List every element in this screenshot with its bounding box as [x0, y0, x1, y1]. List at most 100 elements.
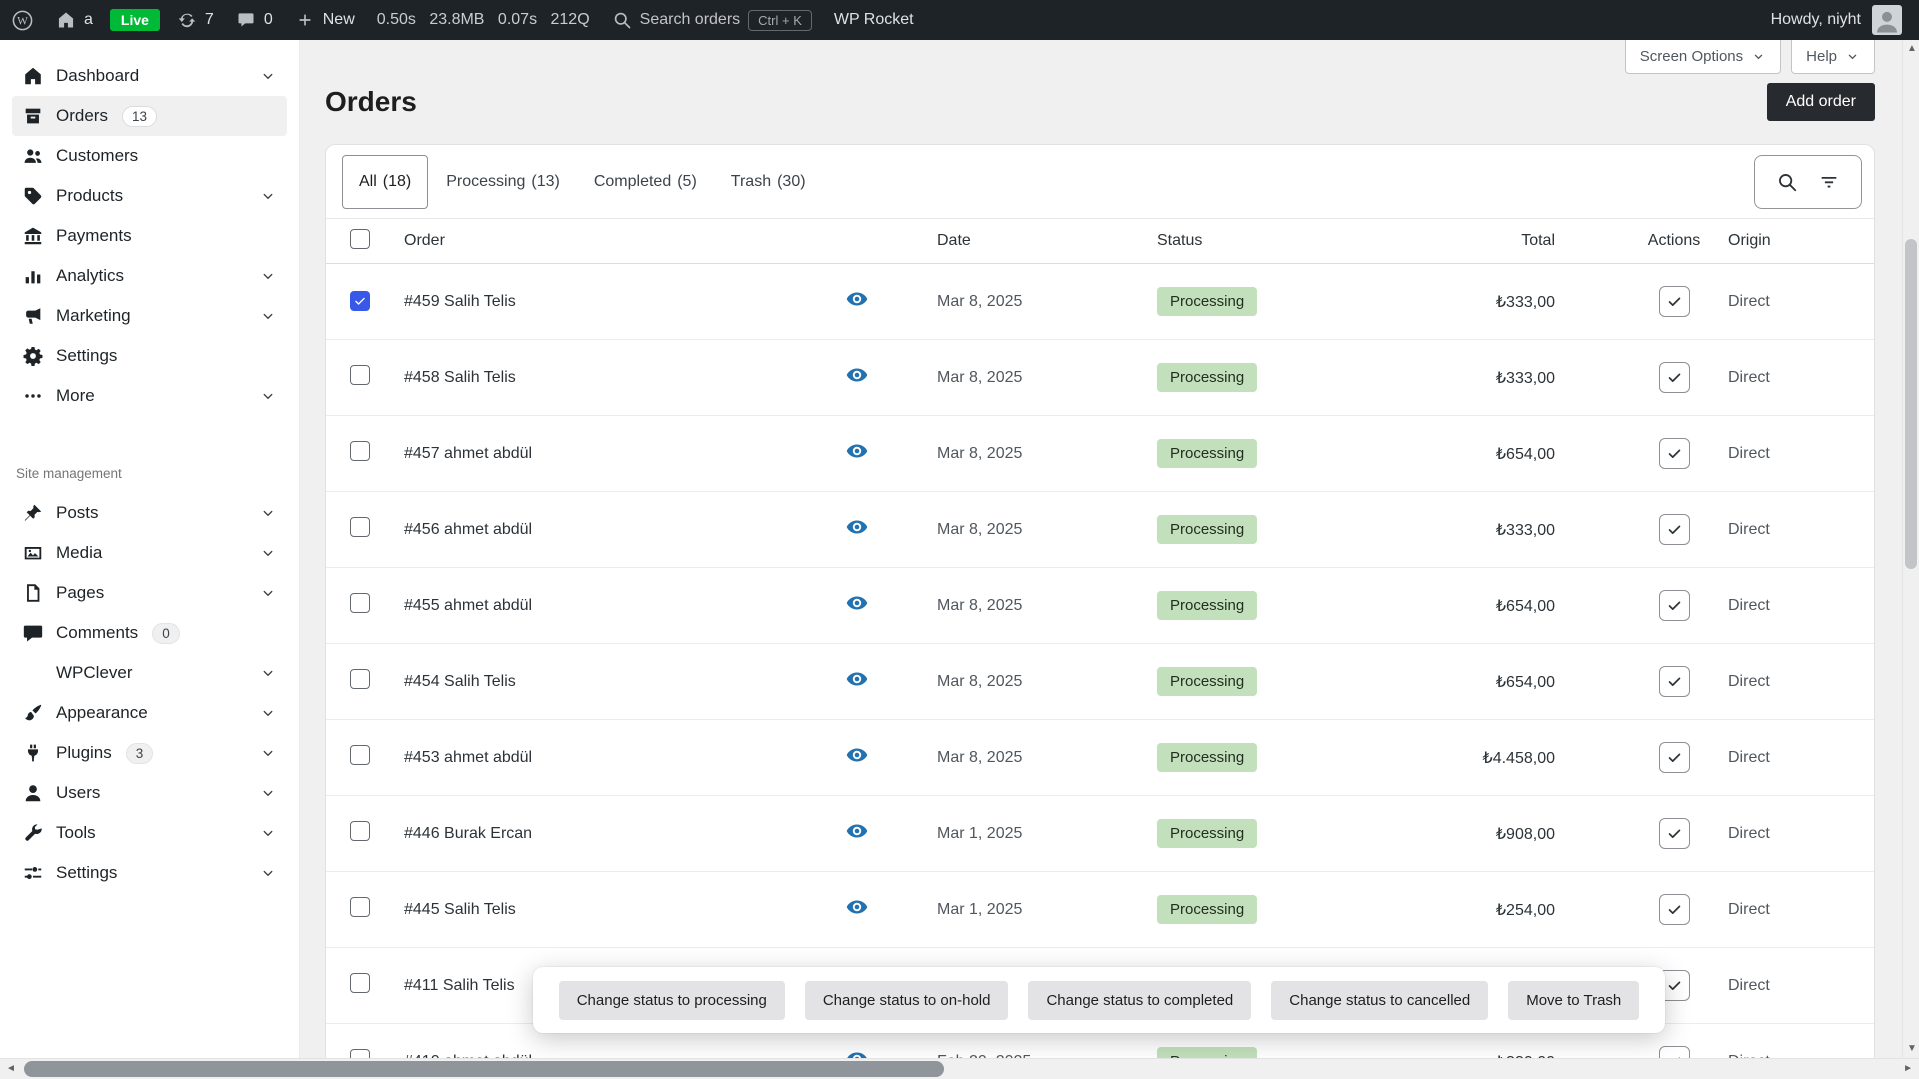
- row-checkbox[interactable]: [350, 365, 370, 385]
- orders-filter-tab[interactable]: Processing (13): [446, 173, 560, 191]
- orders-filter-tab[interactable]: Trash (30): [731, 173, 806, 191]
- vertical-scrollbar-thumb[interactable]: [1905, 239, 1917, 569]
- add-order-button[interactable]: Add order: [1767, 83, 1875, 121]
- order-link[interactable]: #458 Salih Telis: [404, 369, 516, 386]
- sidebar-item[interactable]: WPClever: [12, 653, 287, 693]
- row-checkbox[interactable]: [350, 1049, 370, 1058]
- howdy-menu[interactable]: Howdy, niyht: [1760, 0, 1872, 40]
- mark-complete-button[interactable]: [1659, 362, 1690, 393]
- search-orders-icon[interactable]: [1776, 171, 1798, 193]
- order-preview-eye-icon[interactable]: [845, 363, 869, 387]
- bulk-action-button[interactable]: Move to Trash: [1508, 981, 1639, 1020]
- order-link[interactable]: #453 ahmet abdül: [404, 749, 532, 766]
- sidebar-item[interactable]: Analytics: [12, 256, 287, 296]
- filter-icon[interactable]: [1818, 171, 1840, 193]
- row-checkbox[interactable]: [350, 745, 370, 765]
- mark-complete-button[interactable]: [1659, 514, 1690, 545]
- order-preview-eye-icon[interactable]: [845, 1047, 869, 1058]
- order-preview-eye-icon[interactable]: [845, 287, 869, 311]
- sidebar-item[interactable]: Posts: [12, 493, 287, 533]
- sidebar-item[interactable]: More: [12, 376, 287, 416]
- sidebar-item[interactable]: Media: [12, 533, 287, 573]
- chevron-down-icon: [259, 387, 277, 405]
- row-checkbox[interactable]: [350, 973, 370, 993]
- order-link[interactable]: #459 Salih Telis: [404, 293, 516, 310]
- order-preview-eye-icon[interactable]: [845, 895, 869, 919]
- mark-complete-button[interactable]: [1659, 818, 1690, 849]
- mark-complete-button[interactable]: [1659, 742, 1690, 773]
- scroll-down-arrow-icon[interactable]: ▼: [1907, 1044, 1917, 1054]
- site-menu[interactable]: a: [45, 0, 104, 40]
- help-button[interactable]: Help: [1791, 40, 1875, 74]
- order-preview-eye-icon[interactable]: [845, 439, 869, 463]
- order-preview-eye-icon[interactable]: [845, 515, 869, 539]
- updates-menu[interactable]: 7: [166, 0, 225, 40]
- order-date: Mar 1, 2025: [937, 901, 1157, 919]
- row-checkbox[interactable]: [350, 441, 370, 461]
- row-checkbox[interactable]: [350, 897, 370, 917]
- live-badge[interactable]: Live: [110, 9, 160, 31]
- sidebar-item[interactable]: Dashboard: [12, 56, 287, 96]
- bulk-action-button[interactable]: Change status to processing: [559, 981, 785, 1020]
- scroll-up-arrow-icon[interactable]: ▲: [1907, 44, 1917, 54]
- admin-search[interactable]: Search orders Ctrl + K: [601, 0, 823, 40]
- sidebar-item[interactable]: Products: [12, 176, 287, 216]
- scroll-left-arrow-icon[interactable]: ◄: [6, 1064, 16, 1074]
- new-menu[interactable]: New: [284, 0, 366, 40]
- sidebar-item[interactable]: Marketing: [12, 296, 287, 336]
- wordpress-logo-icon[interactable]: W: [0, 0, 45, 40]
- order-link[interactable]: #456 ahmet abdül: [404, 521, 532, 538]
- horizontal-scrollbar[interactable]: ◄ ►: [0, 1058, 1919, 1079]
- bulk-action-button[interactable]: Change status to on-hold: [805, 981, 1009, 1020]
- scroll-right-arrow-icon[interactable]: ►: [1903, 1064, 1913, 1074]
- order-preview-eye-icon[interactable]: [845, 667, 869, 691]
- bulk-action-button[interactable]: Change status to completed: [1028, 981, 1251, 1020]
- mark-complete-button[interactable]: [1659, 666, 1690, 697]
- order-link[interactable]: #457 ahmet abdül: [404, 445, 532, 462]
- comments-menu[interactable]: 0: [225, 0, 284, 40]
- mark-complete-button[interactable]: [1659, 438, 1690, 469]
- mark-complete-button[interactable]: [1659, 590, 1690, 621]
- row-checkbox[interactable]: [350, 291, 370, 311]
- sidebar-item[interactable]: Payments: [12, 216, 287, 256]
- plug-icon: [22, 742, 44, 764]
- mark-complete-button[interactable]: [1659, 286, 1690, 317]
- vertical-scrollbar[interactable]: ▲ ▼: [1902, 40, 1919, 1058]
- wrench-icon: [22, 822, 44, 844]
- mark-complete-button[interactable]: [1659, 894, 1690, 925]
- orders-filter-tab[interactable]: All (18): [342, 155, 428, 209]
- order-link[interactable]: #454 Salih Telis: [404, 673, 516, 690]
- horizontal-scrollbar-thumb[interactable]: [24, 1061, 944, 1077]
- row-checkbox[interactable]: [350, 821, 370, 841]
- order-link[interactable]: #411 Salih Telis: [404, 977, 515, 994]
- sidebar-item[interactable]: Plugins 3: [12, 733, 287, 773]
- sidebar-item[interactable]: Pages: [12, 573, 287, 613]
- mark-complete-button[interactable]: [1659, 1046, 1690, 1058]
- wp-rocket-menu[interactable]: WP Rocket: [823, 0, 925, 40]
- select-all-checkbox[interactable]: [350, 229, 370, 249]
- order-link[interactable]: #446 Burak Ercan: [404, 825, 532, 842]
- row-checkbox[interactable]: [350, 593, 370, 613]
- sidebar-item[interactable]: Tools: [12, 813, 287, 853]
- row-checkbox[interactable]: [350, 669, 370, 689]
- order-row: #445 Salih Telis Mar 1, 2025 Processing …: [326, 872, 1874, 948]
- avatar[interactable]: [1872, 5, 1902, 35]
- sidebar-item[interactable]: Customers: [12, 136, 287, 176]
- bulk-action-button[interactable]: Change status to cancelled: [1271, 981, 1488, 1020]
- sidebar-item[interactable]: Comments 0: [12, 613, 287, 653]
- screen-options-button[interactable]: Screen Options: [1625, 40, 1781, 74]
- order-link[interactable]: #445 Salih Telis: [404, 901, 516, 918]
- sidebar-item[interactable]: Users: [12, 773, 287, 813]
- order-preview-eye-icon[interactable]: [845, 819, 869, 843]
- sidebar-item[interactable]: Settings: [12, 336, 287, 376]
- sidebar-item[interactable]: Appearance: [12, 693, 287, 733]
- order-preview-eye-icon[interactable]: [845, 591, 869, 615]
- orders-filter-tab[interactable]: Completed (5): [594, 173, 697, 191]
- order-status-badge: Processing: [1157, 895, 1257, 924]
- order-preview-eye-icon[interactable]: [845, 743, 869, 767]
- order-link[interactable]: #455 ahmet abdül: [404, 597, 532, 614]
- row-checkbox[interactable]: [350, 517, 370, 537]
- sidebar-item[interactable]: Settings: [12, 853, 287, 893]
- performance-stats[interactable]: 0.50s 23.8MB 0.07s 212Q: [366, 0, 601, 40]
- sidebar-item[interactable]: Orders 13: [12, 96, 287, 136]
